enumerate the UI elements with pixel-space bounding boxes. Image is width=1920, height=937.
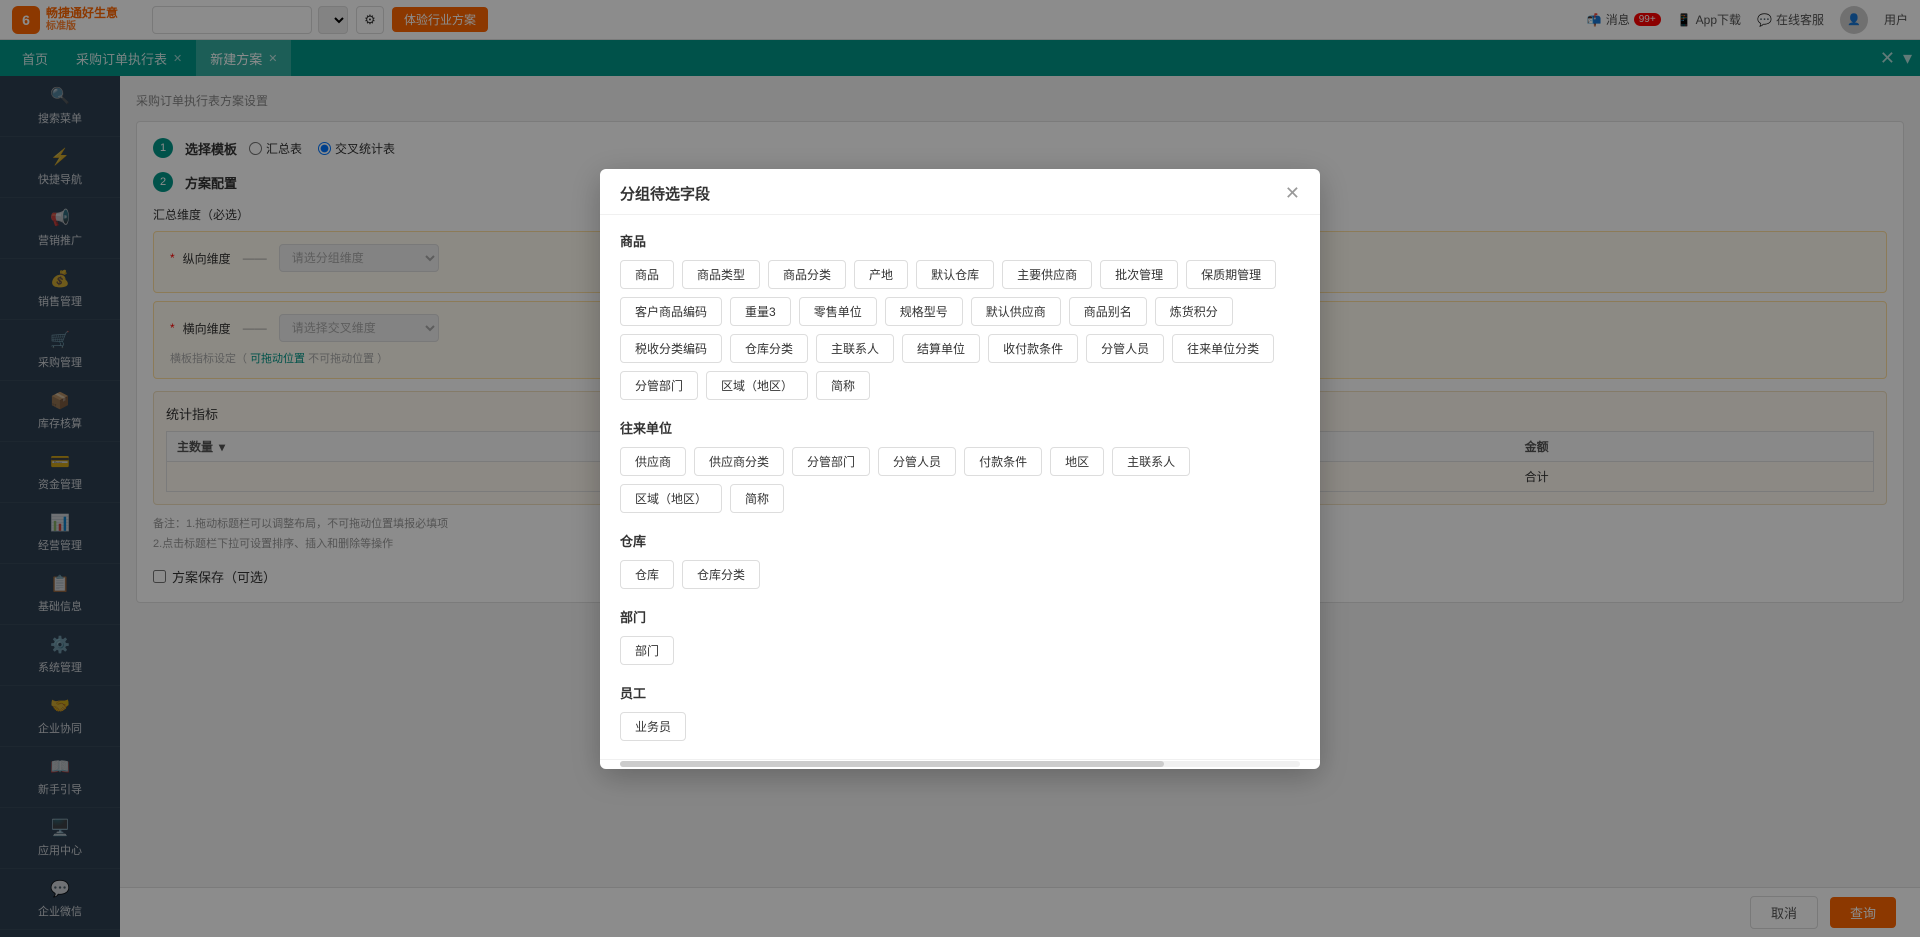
- field-tag-product-0[interactable]: 商品: [620, 260, 674, 289]
- field-tag-product-20[interactable]: 分管人员: [1086, 334, 1164, 363]
- field-tag-warehouse-0[interactable]: 仓库: [620, 560, 674, 589]
- modal-body: 商品商品商品类型商品分类产地默认仓库主要供应商批次管理保质期管理客户商品编码重量…: [600, 215, 1320, 759]
- field-tag-warehouse-1[interactable]: 仓库分类: [682, 560, 760, 589]
- field-tag-product-19[interactable]: 收付款条件: [988, 334, 1078, 363]
- field-tag-counterpart-1[interactable]: 供应商分类: [694, 447, 784, 476]
- field-tag-counterpart-4[interactable]: 付款条件: [964, 447, 1042, 476]
- field-section-warehouse: 仓库仓库仓库分类: [620, 531, 1300, 589]
- field-tag-product-2[interactable]: 商品分类: [768, 260, 846, 289]
- field-tag-product-9[interactable]: 重量3: [730, 297, 791, 326]
- field-tag-product-15[interactable]: 税收分类编码: [620, 334, 722, 363]
- field-tag-product-21[interactable]: 往来单位分类: [1172, 334, 1274, 363]
- modal-title: 分组待选字段: [620, 183, 710, 204]
- field-tag-product-10[interactable]: 零售单位: [799, 297, 877, 326]
- field-tag-counterpart-3[interactable]: 分管人员: [878, 447, 956, 476]
- field-grid-product: 商品商品类型商品分类产地默认仓库主要供应商批次管理保质期管理客户商品编码重量3 零…: [620, 260, 1300, 400]
- field-section-title-department: 部门: [620, 607, 1300, 626]
- field-tag-product-18[interactable]: 结算单位: [902, 334, 980, 363]
- modal-hscroll: [600, 759, 1320, 769]
- field-section-counterpart: 往来单位供应商供应商分类分管部门分管人员付款条件地区主联系人区域（地区） 简称: [620, 418, 1300, 513]
- field-section-title-counterpart: 往来单位: [620, 418, 1300, 437]
- modal-dialog: 分组待选字段 ✕ 商品商品商品类型商品分类产地默认仓库主要供应商批次管理保质期管…: [600, 169, 1320, 769]
- field-tag-counterpart-8[interactable]: 简称: [730, 484, 784, 513]
- field-tag-product-6[interactable]: 批次管理: [1100, 260, 1178, 289]
- field-tag-product-16[interactable]: 仓库分类: [730, 334, 808, 363]
- field-tag-product-22[interactable]: 分管部门: [620, 371, 698, 400]
- field-tag-counterpart-0[interactable]: 供应商: [620, 447, 686, 476]
- field-tag-counterpart-7[interactable]: 区域（地区）: [620, 484, 722, 513]
- field-tag-counterpart-5[interactable]: 地区: [1050, 447, 1104, 476]
- field-tag-product-23[interactable]: 区域（地区）: [706, 371, 808, 400]
- field-tag-product-4[interactable]: 默认仓库: [916, 260, 994, 289]
- field-tag-product-17[interactable]: 主联系人: [816, 334, 894, 363]
- field-tag-product-8[interactable]: 客户商品编码: [620, 297, 722, 326]
- field-tag-counterpart-6[interactable]: 主联系人: [1112, 447, 1190, 476]
- field-section-department: 部门部门: [620, 607, 1300, 665]
- field-tag-product-3[interactable]: 产地: [854, 260, 908, 289]
- field-tag-counterpart-2[interactable]: 分管部门: [792, 447, 870, 476]
- field-tag-product-1[interactable]: 商品类型: [682, 260, 760, 289]
- field-section-title-employee: 员工: [620, 683, 1300, 702]
- modal-overlay: 分组待选字段 ✕ 商品商品商品类型商品分类产地默认仓库主要供应商批次管理保质期管…: [0, 0, 1920, 937]
- field-grid-warehouse: 仓库仓库分类: [620, 560, 1300, 589]
- field-tag-product-7[interactable]: 保质期管理: [1186, 260, 1276, 289]
- field-section-title-warehouse: 仓库: [620, 531, 1300, 550]
- modal-header: 分组待选字段 ✕: [600, 169, 1320, 215]
- field-tag-product-24[interactable]: 简称: [816, 371, 870, 400]
- field-tag-product-12[interactable]: 默认供应商: [971, 297, 1061, 326]
- field-tag-department-0[interactable]: 部门: [620, 636, 674, 665]
- field-tag-employee-0[interactable]: 业务员: [620, 712, 686, 741]
- field-section-employee: 员工业务员: [620, 683, 1300, 741]
- field-grid-counterpart: 供应商供应商分类分管部门分管人员付款条件地区主联系人区域（地区） 简称: [620, 447, 1300, 513]
- field-tag-product-5[interactable]: 主要供应商: [1002, 260, 1092, 289]
- field-tag-product-11[interactable]: 规格型号: [885, 297, 963, 326]
- field-tag-product-13[interactable]: 商品别名: [1069, 297, 1147, 326]
- field-grid-department: 部门: [620, 636, 1300, 665]
- field-tag-product-14[interactable]: 炼货积分: [1155, 297, 1233, 326]
- field-section-product: 商品商品商品类型商品分类产地默认仓库主要供应商批次管理保质期管理客户商品编码重量…: [620, 231, 1300, 400]
- field-grid-employee: 业务员: [620, 712, 1300, 741]
- modal-close-button[interactable]: ✕: [1285, 184, 1300, 202]
- field-section-title-product: 商品: [620, 231, 1300, 250]
